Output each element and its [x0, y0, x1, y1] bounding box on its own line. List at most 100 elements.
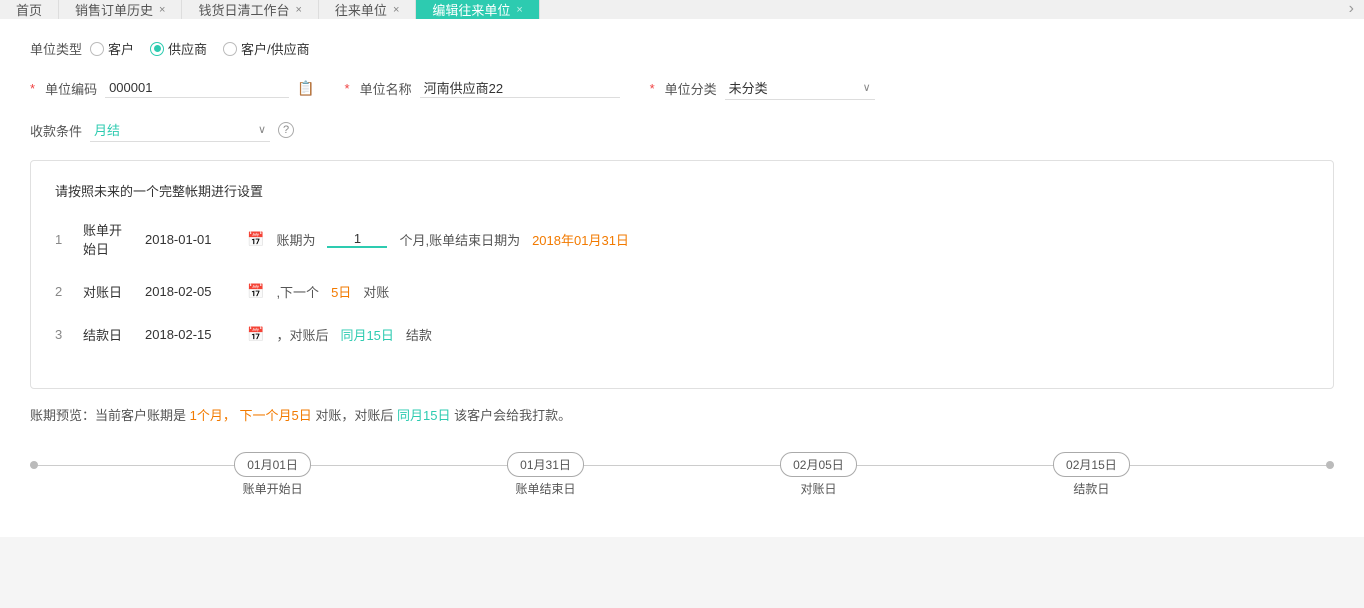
- radio-both[interactable]: 客户/供应商: [223, 39, 310, 58]
- payment-terms-label: 收款条件: [30, 121, 82, 140]
- unit-name-label: 单位名称: [360, 79, 412, 98]
- timeline-badge-4: 02月15日: [1053, 452, 1130, 477]
- preview-part3: 同月15日: [397, 408, 450, 423]
- settlement-desc-3-pre: ，对账后: [276, 325, 328, 344]
- tab-sales-history-label: 销售订单历史: [75, 0, 153, 19]
- preview-text: 账期预览：当前客户账期是 1个月， 下一个月5日 对账，对账后 同月15日 该客…: [30, 405, 1334, 424]
- payment-terms-group: 收款条件 月结 ∨ ?: [30, 118, 294, 142]
- radio-circle-supplier: [150, 42, 164, 56]
- settlement-desc-2-pre: ,下一个: [276, 282, 319, 301]
- timeline-badge-1: 01月01日: [234, 452, 311, 477]
- tab-cashier-workbench[interactable]: 钱货日清工作台 ×: [182, 0, 318, 19]
- timeline-node-2: 01月31日 账单结束日: [507, 452, 584, 477]
- radio-circle-customer: [90, 42, 104, 56]
- tab-home-label: 首页: [16, 0, 42, 19]
- calendar-icon-3[interactable]: 📅: [247, 326, 264, 343]
- chevron-down-icon: ∨: [863, 81, 871, 94]
- settlement-label-3: 结款日: [83, 325, 133, 344]
- settlement-end-date: 2018年01月31日: [532, 230, 629, 249]
- tab-expander[interactable]: ›: [1339, 0, 1364, 19]
- unit-name-group: * 单位名称: [345, 78, 620, 98]
- radio-customer-label: 客户: [108, 39, 134, 58]
- unit-type-group: 单位类型 客户 供应商 客户/供应商: [30, 39, 310, 58]
- unit-type-label: 单位类型: [30, 39, 82, 58]
- timeline-start-dot: [30, 461, 38, 469]
- unit-name-input[interactable]: [420, 78, 620, 98]
- settlement-date-3: 2018-02-15: [145, 327, 235, 342]
- main-content: 单位类型 客户 供应商 客户/供应商 * 单位编码: [0, 19, 1364, 537]
- unit-category-required: *: [650, 81, 655, 96]
- radio-supplier[interactable]: 供应商: [150, 39, 207, 58]
- unit-category-dropdown[interactable]: 未分类 ∨: [725, 76, 875, 100]
- settlement-num-1: 1: [55, 232, 71, 247]
- settlement-num-2: 2: [55, 284, 71, 299]
- settlement-row-2: 2 对账日 2018-02-05 📅 ,下一个 5日 对账: [55, 282, 1309, 301]
- settlement-desc-3-post: 结款: [406, 325, 432, 344]
- unit-name-required: *: [345, 81, 350, 96]
- tab-home[interactable]: 首页: [0, 0, 59, 19]
- tab-partner-units-label: 往来单位: [335, 0, 387, 19]
- radio-group-unit-type: 客户 供应商 客户/供应商: [90, 39, 310, 58]
- preview-part2: 下一个月5日: [240, 408, 312, 423]
- settlement-row-1: 1 账单开始日 2018-01-01 📅 账期为 个月,账单结束日期为 2018…: [55, 220, 1309, 258]
- timeline-end-dot: [1326, 461, 1334, 469]
- payment-terms-value: 月结: [94, 120, 254, 139]
- timeline-label-3: 对账日: [800, 480, 836, 497]
- timeline-node-4: 02月15日 结款日: [1053, 452, 1130, 477]
- tab-bar: 首页 销售订单历史 × 钱货日清工作台 × 往来单位 × 编辑往来单位 × ›: [0, 0, 1364, 19]
- calendar-icon-2[interactable]: 📅: [247, 283, 264, 300]
- radio-customer[interactable]: 客户: [90, 39, 134, 58]
- help-icon[interactable]: ?: [278, 122, 294, 138]
- timeline-line: [30, 465, 1334, 466]
- close-icon[interactable]: ×: [295, 4, 301, 16]
- settlement-row-3: 3 结款日 2018-02-15 📅 ，对账后 同月15日 结款: [55, 325, 1309, 344]
- settlement-date-2: 2018-02-05: [145, 284, 235, 299]
- close-icon[interactable]: ×: [159, 4, 165, 16]
- preview-middle: 对账，对账后: [315, 408, 393, 423]
- tab-sales-history[interactable]: 销售订单历史 ×: [59, 0, 182, 19]
- radio-supplier-label: 供应商: [168, 39, 207, 58]
- tab-cashier-workbench-label: 钱货日清工作台: [198, 0, 289, 19]
- unit-info-row: * 单位编码 📋 * 单位名称 * 单位分类 未分类 ∨: [30, 76, 1334, 100]
- settlement-label-1: 账单开始日: [83, 220, 133, 258]
- unit-category-label: 单位分类: [665, 79, 717, 98]
- timeline-badge-3: 02月05日: [780, 452, 857, 477]
- timeline-badge-2: 01月31日: [507, 452, 584, 477]
- close-icon[interactable]: ×: [516, 4, 522, 16]
- unit-category-group: * 单位分类 未分类 ∨: [650, 76, 875, 100]
- calendar-icon-1[interactable]: 📅: [247, 231, 264, 248]
- copy-icon[interactable]: 📋: [297, 80, 314, 97]
- timeline-node-1: 01月01日 账单开始日: [234, 452, 311, 477]
- settlement-period-label-pre: 账期为: [276, 230, 315, 249]
- unit-code-input[interactable]: [105, 78, 289, 98]
- timeline-label-2: 账单结束日: [516, 480, 576, 497]
- timeline-label-1: 账单开始日: [243, 480, 303, 497]
- tab-edit-partner[interactable]: 编辑往来单位 ×: [416, 0, 539, 19]
- chevron-down-icon: ∨: [258, 123, 266, 136]
- tab-partner-units[interactable]: 往来单位 ×: [319, 0, 416, 19]
- settlement-date-1: 2018-01-01: [145, 232, 235, 247]
- settlement-label-2: 对账日: [83, 282, 133, 301]
- settlement-period-label-post: 个月,账单结束日期为: [399, 230, 520, 249]
- timeline-label-4: 结款日: [1073, 480, 1109, 497]
- settlement-desc-2-highlight: 5日: [331, 282, 351, 301]
- settlement-title: 请按照未来的一个完整帐期进行设置: [55, 181, 1309, 200]
- preview-part1: 1个月，: [190, 408, 236, 423]
- radio-both-label: 客户/供应商: [241, 39, 310, 58]
- unit-code-label: 单位编码: [45, 79, 97, 98]
- unit-code-group: * 单位编码 📋: [30, 78, 315, 98]
- unit-type-row: 单位类型 客户 供应商 客户/供应商: [30, 39, 1334, 58]
- radio-circle-both: [223, 42, 237, 56]
- period-input[interactable]: [327, 231, 387, 248]
- payment-terms-dropdown[interactable]: 月结 ∨: [90, 118, 270, 142]
- payment-terms-row: 收款条件 月结 ∨ ?: [30, 118, 1334, 142]
- settlement-desc-2-post: 对账: [363, 282, 389, 301]
- timeline-node-3: 02月05日 对账日: [780, 452, 857, 477]
- timeline-container: 01月01日 账单开始日 01月31日 账单结束日 02月05日 对账日 02月…: [30, 444, 1334, 517]
- unit-category-value: 未分类: [729, 78, 859, 97]
- preview-prefix: 账期预览：当前客户账期是: [30, 408, 186, 423]
- close-icon[interactable]: ×: [393, 4, 399, 16]
- tab-edit-partner-label: 编辑往来单位: [432, 0, 510, 19]
- settlement-box: 请按照未来的一个完整帐期进行设置 1 账单开始日 2018-01-01 📅 账期…: [30, 160, 1334, 389]
- settlement-num-3: 3: [55, 327, 71, 342]
